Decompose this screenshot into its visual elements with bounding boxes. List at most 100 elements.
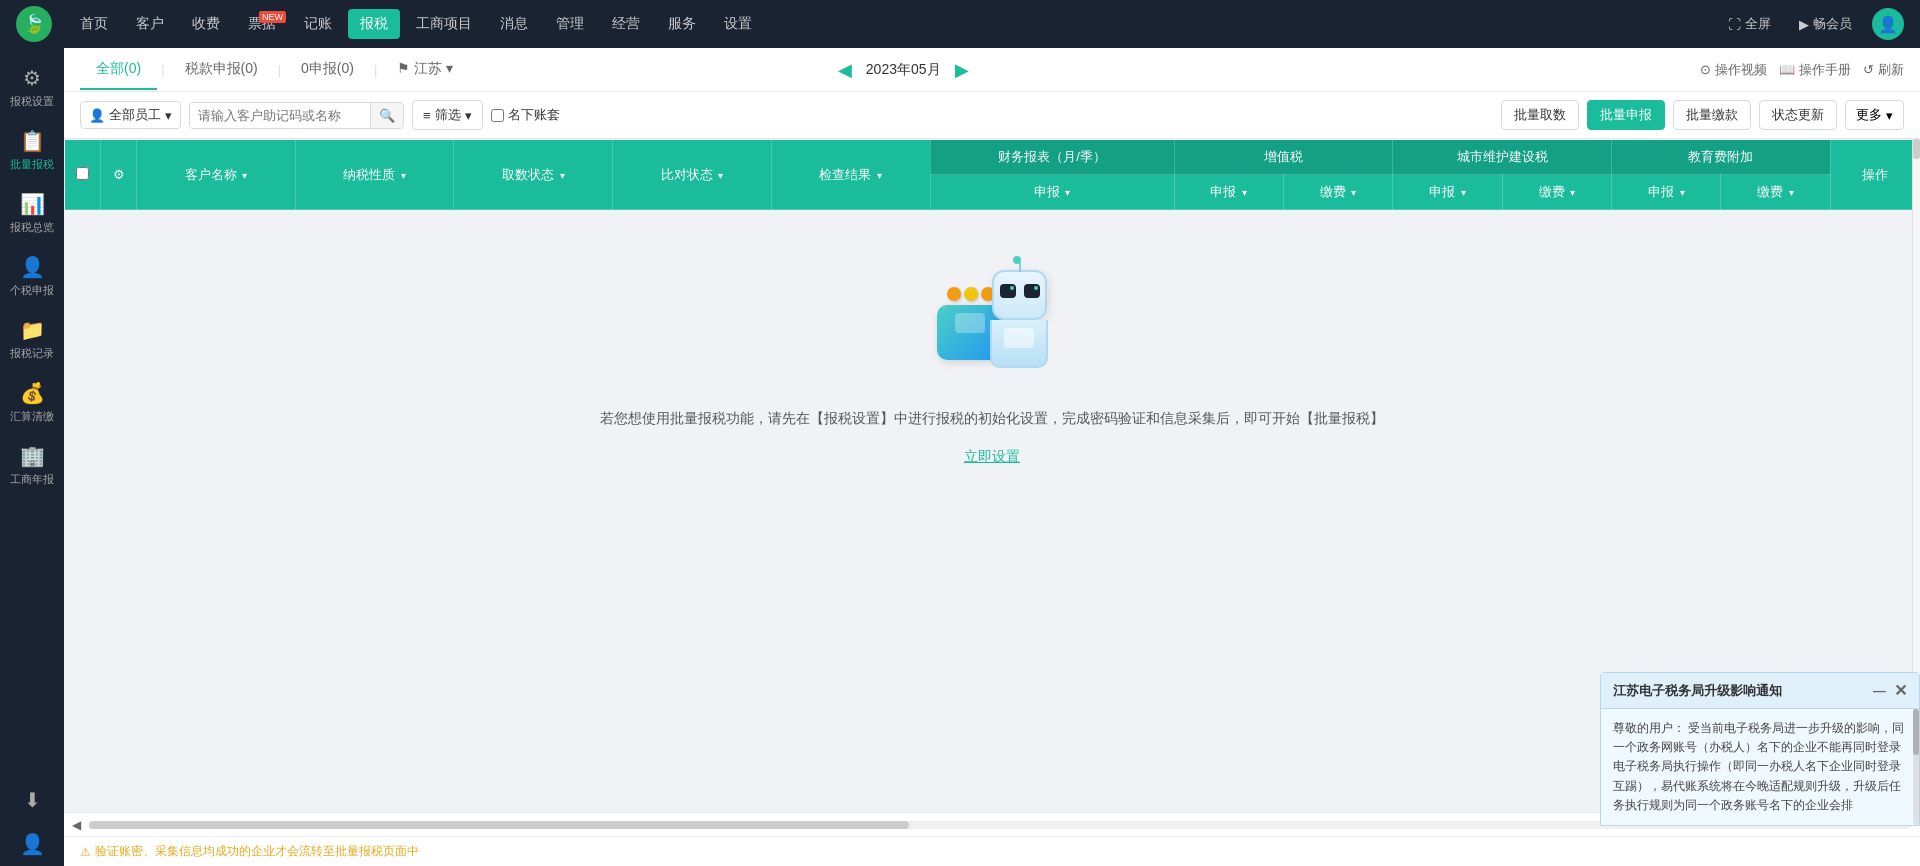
batch-fetch-button[interactable]: 批量取数 bbox=[1501, 100, 1579, 130]
toolbar-right: 批量取数 批量申报 批量缴款 状态更新 更多 ▾ bbox=[1501, 100, 1904, 130]
nav-item-经营[interactable]: 经营 bbox=[600, 9, 652, 39]
th-fetch-status: 取数状态 ▾ bbox=[454, 140, 613, 210]
refresh-link[interactable]: ↺ 刷新 bbox=[1863, 61, 1904, 79]
tab-divider-1: | bbox=[161, 62, 164, 77]
th-edu-pay: 缴费 ▾ bbox=[1721, 175, 1830, 210]
operation-video-link[interactable]: ⊙ 操作视频 bbox=[1700, 61, 1767, 79]
nav-item-收费[interactable]: 收费 bbox=[180, 9, 232, 39]
sidebar-item-5[interactable]: 💰 汇算清缴 bbox=[0, 371, 64, 434]
sidebar-bottom-icon-0: ⬇ bbox=[24, 788, 41, 812]
nav-item-票据[interactable]: 票据NEW bbox=[236, 9, 288, 39]
tab-zero-declare[interactable]: 0申报(0) bbox=[285, 50, 370, 90]
nav-item-消息[interactable]: 消息 bbox=[488, 9, 540, 39]
th-settings[interactable]: ⚙ bbox=[101, 140, 137, 210]
checkbox-label[interactable]: 名下账套 bbox=[491, 106, 560, 124]
robot-illustration bbox=[927, 270, 1057, 390]
search-wrap: 🔍 bbox=[189, 102, 404, 129]
setup-link[interactable]: 立即设置 bbox=[964, 448, 1020, 466]
filter-icon-check[interactable]: ▾ bbox=[877, 170, 882, 181]
select-all-checkbox[interactable] bbox=[76, 167, 89, 180]
th-group-city-tax: 城市维护建设税 bbox=[1393, 140, 1612, 175]
avatar[interactable]: 👤 bbox=[1872, 8, 1904, 40]
sidebar-icon-0: ⚙ bbox=[23, 66, 41, 90]
tab-bar: 全部(0) | 税款申报(0) | 0申报(0) | ⚑ 江苏 ▾ ◀ 2023… bbox=[64, 48, 1920, 92]
checkbox-input[interactable] bbox=[491, 109, 504, 122]
th-group-edu-fee: 教育费附加 bbox=[1612, 140, 1831, 175]
nav-item-记账[interactable]: 记账 bbox=[292, 9, 344, 39]
sidebar-icon-3: 👤 bbox=[20, 255, 45, 279]
notification-title: 江苏电子税务局升级影响通知 bbox=[1613, 682, 1782, 700]
filter-button[interactable]: ≡ 筛选 ▾ bbox=[412, 100, 483, 130]
member-icon: ▶ bbox=[1799, 17, 1809, 32]
fullscreen-button[interactable]: ⛶ 全屏 bbox=[1720, 11, 1779, 37]
th-operation: 操作 bbox=[1830, 140, 1919, 210]
th-checkbox[interactable] bbox=[65, 140, 101, 210]
fullscreen-label: 全屏 bbox=[1745, 15, 1771, 33]
sidebar-item-2[interactable]: 📊报税总览 bbox=[0, 182, 64, 245]
nav-item-管理[interactable]: 管理 bbox=[544, 9, 596, 39]
notification-scrollbar-thumb bbox=[1913, 709, 1919, 755]
filter-icon-name[interactable]: ▾ bbox=[242, 170, 247, 181]
manual-icon: 📖 bbox=[1779, 62, 1795, 77]
sidebar-bottom-item-0[interactable]: ⬇ bbox=[0, 778, 64, 822]
sidebar-label-5: 汇算清缴 bbox=[10, 409, 54, 424]
operation-manual-link[interactable]: 📖 操作手册 bbox=[1779, 61, 1851, 79]
manual-label: 操作手册 bbox=[1799, 61, 1851, 79]
filter-icon-compare[interactable]: ▾ bbox=[718, 170, 723, 181]
next-month-button[interactable]: ▶ bbox=[949, 57, 975, 83]
tab-all[interactable]: 全部(0) bbox=[80, 50, 157, 90]
video-icon: ⊙ bbox=[1700, 62, 1711, 77]
logo[interactable]: 🍃 bbox=[16, 6, 52, 42]
batch-declare-button[interactable]: 批量申报 bbox=[1587, 100, 1665, 130]
nav-item-首页[interactable]: 首页 bbox=[68, 9, 120, 39]
notification-body: 尊敬的用户： 受当前电子税务局进一步升级的影响，同一个政务网账号（办税人）名下的… bbox=[1601, 709, 1919, 825]
sidebar-label-3: 个税申报 bbox=[10, 283, 54, 298]
filter-icon-tax[interactable]: ▾ bbox=[401, 170, 406, 181]
member-button[interactable]: ▶ 畅会员 bbox=[1791, 11, 1860, 37]
status-update-button[interactable]: 状态更新 bbox=[1759, 100, 1837, 130]
sidebar-item-0[interactable]: ⚙报税设置 bbox=[0, 56, 64, 119]
sidebar-bottom-item-1[interactable]: 👤 bbox=[0, 822, 64, 866]
filter-icon-fetch[interactable]: ▾ bbox=[560, 170, 565, 181]
sidebar-item-6[interactable]: 🏢工商年报 bbox=[0, 434, 64, 497]
wallet-detail bbox=[955, 313, 985, 333]
employee-dropdown-icon: ▾ bbox=[165, 108, 172, 123]
prev-month-button[interactable]: ◀ bbox=[832, 57, 858, 83]
tab-tax-declare[interactable]: 税款申报(0) bbox=[169, 50, 274, 90]
th-compare-status: 比对状态 ▾ bbox=[613, 140, 772, 210]
nav-item-设置[interactable]: 设置 bbox=[712, 9, 764, 39]
sidebar-item-3[interactable]: 👤 个税申报 bbox=[0, 245, 64, 308]
warning-text: 验证账密、采集信息均成功的企业才会流转至批量报税页面中 bbox=[95, 843, 419, 860]
refresh-label: 刷新 bbox=[1878, 61, 1904, 79]
tab-jiangsu[interactable]: ⚑ 江苏 ▾ bbox=[381, 50, 469, 90]
notification-minimize[interactable]: — bbox=[1873, 683, 1886, 698]
nav-item-客户[interactable]: 客户 bbox=[124, 9, 176, 39]
employee-select[interactable]: 👤 全部员工 ▾ bbox=[80, 101, 181, 129]
sidebar-icon-5: 💰 bbox=[20, 381, 45, 405]
location-icon: ⚑ bbox=[397, 60, 410, 76]
notification-scrollbar[interactable] bbox=[1913, 709, 1919, 825]
notification-close-button[interactable]: ✕ bbox=[1894, 681, 1907, 700]
avatar-icon: 👤 bbox=[1878, 15, 1898, 34]
th-group-vat: 增值税 bbox=[1174, 140, 1393, 175]
sidebar-item-4[interactable]: 📁报税记录 bbox=[0, 308, 64, 371]
scroll-left-arrow[interactable]: ◀ bbox=[72, 818, 81, 832]
member-label: 畅会员 bbox=[1813, 15, 1852, 33]
nav-item-服务[interactable]: 服务 bbox=[656, 9, 708, 39]
nav-item-报税[interactable]: 报税 bbox=[348, 9, 400, 39]
left-sidebar: ⚙报税设置📋批量报税📊报税总览 👤 个税申报 📁报税记录 💰 汇算清缴 🏢工商年报 ⬇ 👤 bbox=[0, 48, 64, 866]
month-label: 2023年05月 bbox=[866, 61, 941, 79]
sidebar-item-1[interactable]: 📋批量报税 bbox=[0, 119, 64, 182]
batch-pay-button[interactable]: 批量缴款 bbox=[1673, 100, 1751, 130]
th-edu-declare: 申报 ▾ bbox=[1612, 175, 1721, 210]
tab-right-actions: ⊙ 操作视频 📖 操作手册 ↺ 刷新 bbox=[1700, 61, 1904, 79]
more-button[interactable]: 更多 ▾ bbox=[1845, 100, 1904, 130]
more-label: 更多 bbox=[1856, 106, 1882, 124]
sidebar-label-6: 工商年报 bbox=[10, 472, 54, 487]
nav-item-工商项目[interactable]: 工商项目 bbox=[404, 9, 484, 39]
filter-dropdown-icon: ▾ bbox=[465, 108, 472, 123]
filter-icon: ≡ bbox=[423, 108, 431, 123]
main-table: ⚙ 客户名称 ▾ 纳税性质 ▾ 取数状态 ▾ 比对状态 ▾ 检查结果 ▾ 财务报… bbox=[64, 139, 1920, 526]
search-button[interactable]: 🔍 bbox=[370, 103, 403, 128]
search-input[interactable] bbox=[190, 103, 370, 128]
